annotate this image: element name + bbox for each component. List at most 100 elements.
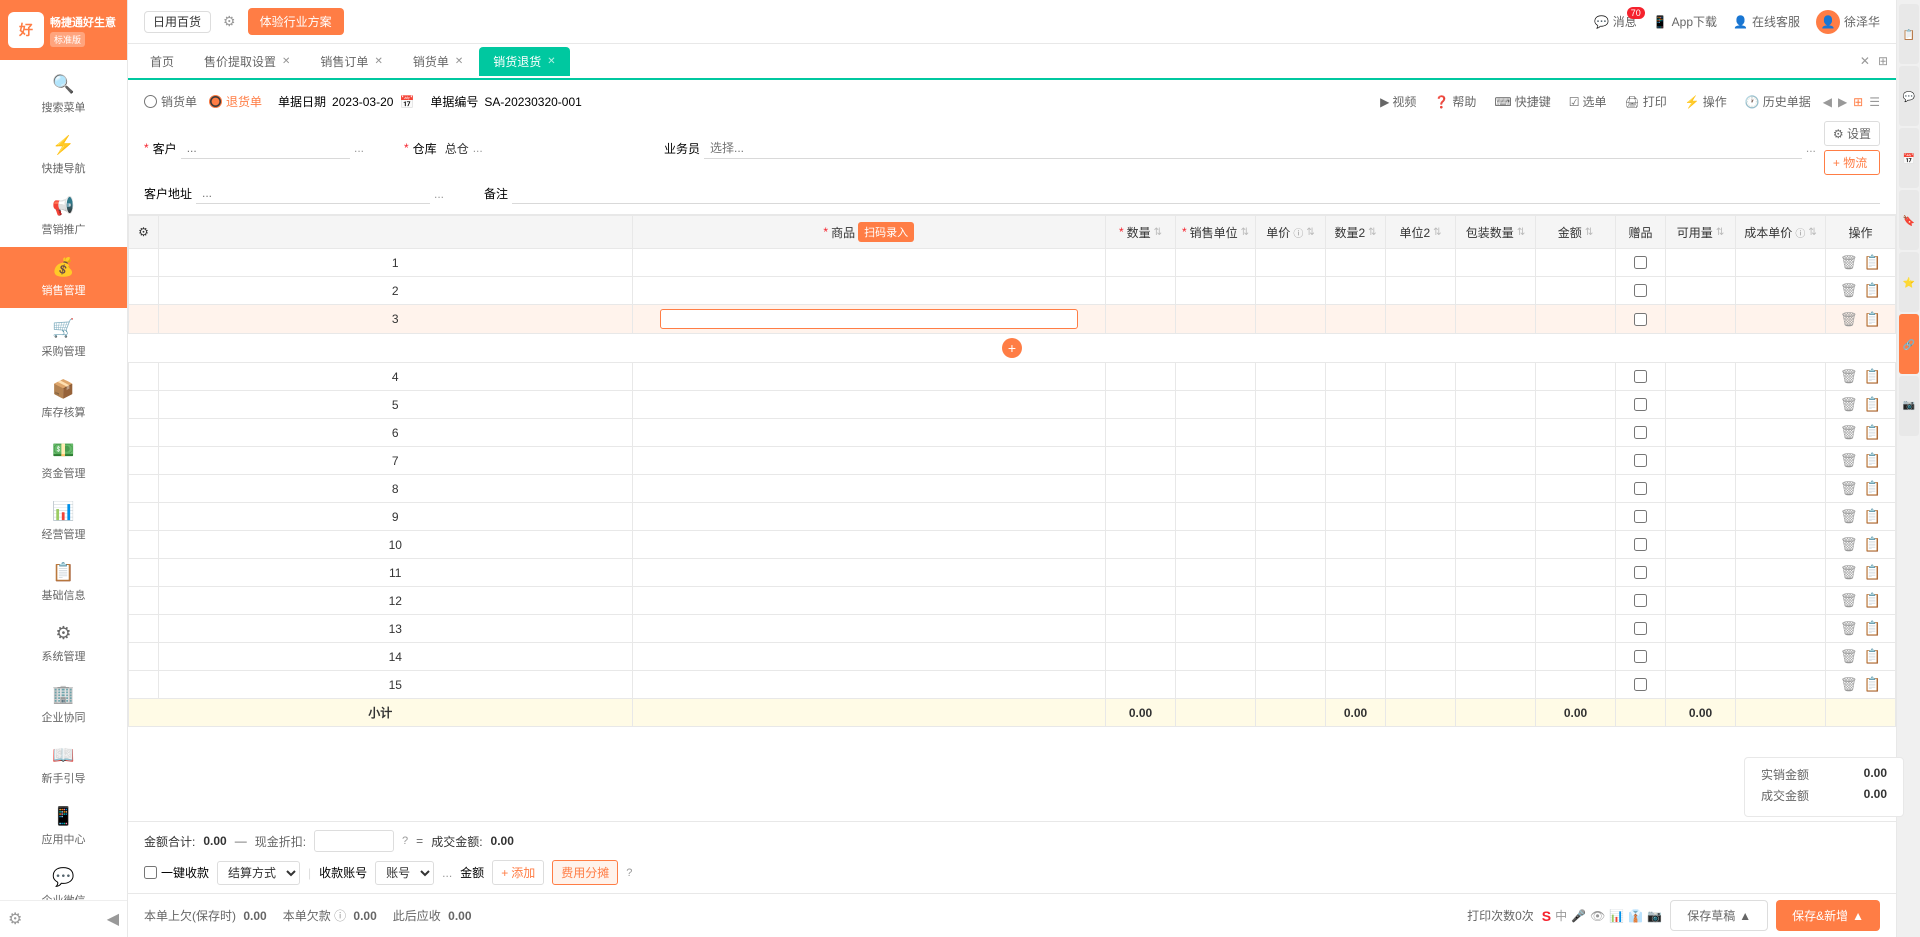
discount-info-icon[interactable]: ?	[402, 835, 408, 847]
row-unit-cell[interactable]	[1176, 503, 1256, 531]
row-price-cell[interactable]	[1256, 391, 1326, 419]
row-pack-cell[interactable]	[1456, 503, 1536, 531]
sidebar-item-wechat[interactable]: 💬 企业微信	[0, 857, 127, 900]
row-qty2-cell[interactable]	[1326, 643, 1386, 671]
customer-input[interactable]	[181, 138, 350, 159]
gift-checkbox[interactable]	[1634, 256, 1647, 269]
row-delete-btn[interactable]: 🗑	[1840, 424, 1858, 441]
sidebar-item-purchase[interactable]: 🛒 采购管理	[0, 308, 127, 369]
row-product-cell[interactable]	[632, 503, 1106, 531]
row-qty2-cell[interactable]	[1326, 249, 1386, 277]
add-row-btn[interactable]: +	[1002, 338, 1022, 358]
qty2-sort-icon[interactable]: ⇅	[1368, 227, 1376, 238]
experience-button[interactable]: 体验行业方案	[248, 8, 344, 35]
row-pack-cell[interactable]	[1456, 249, 1536, 277]
price-sort-icon[interactable]: ⇅	[1306, 227, 1314, 238]
row-amount-cell[interactable]	[1536, 391, 1616, 419]
sidebar-item-finance[interactable]: 💵 资金管理	[0, 430, 127, 491]
row-pack-cell[interactable]	[1456, 277, 1536, 305]
save-new-button[interactable]: 保存&新增 ▲	[1776, 900, 1880, 931]
row-avail-cell[interactable]	[1666, 503, 1736, 531]
row-qty2-cell[interactable]	[1326, 531, 1386, 559]
scan-btn[interactable]: 扫码录入	[858, 222, 914, 242]
row-price-cell[interactable]	[1256, 615, 1326, 643]
gift-checkbox[interactable]	[1634, 313, 1647, 326]
row-qty-cell[interactable]	[1106, 531, 1176, 559]
topbar-gear-icon[interactable]: ⚙	[223, 13, 236, 30]
row-unit2-cell[interactable]	[1386, 671, 1456, 699]
row-avail-cell[interactable]	[1666, 671, 1736, 699]
tab-home[interactable]: 首页	[136, 47, 188, 76]
sidebar-item-system[interactable]: ⚙ 系统管理	[0, 613, 127, 674]
row-avail-cell[interactable]	[1666, 249, 1736, 277]
row-delete-btn[interactable]: 🗑	[1840, 536, 1858, 553]
row-cost-cell[interactable]	[1736, 559, 1826, 587]
staff-dots[interactable]: ...	[1806, 141, 1816, 155]
row-copy-btn[interactable]: 📋	[1864, 592, 1881, 609]
row-cost-cell[interactable]	[1736, 587, 1826, 615]
sidebar-item-app-center[interactable]: 📱 应用中心	[0, 796, 127, 857]
sidebar-item-search[interactable]: 🔍 搜索菜单	[0, 64, 127, 125]
row-cost-cell[interactable]	[1736, 447, 1826, 475]
help-btn[interactable]: ❓ 帮助	[1428, 90, 1482, 113]
row-pack-cell[interactable]	[1456, 419, 1536, 447]
row-unit2-cell[interactable]	[1386, 391, 1456, 419]
save-draft-button[interactable]: 保存草稿 ▲	[1670, 900, 1768, 931]
online-service-button[interactable]: 👤 在线客服	[1733, 13, 1800, 30]
gift-checkbox[interactable]	[1634, 566, 1647, 579]
row-qty-cell[interactable]	[1106, 249, 1176, 277]
row-cost-cell[interactable]	[1736, 305, 1826, 334]
row-avail-cell[interactable]	[1666, 587, 1736, 615]
one-click-pay-checkbox[interactable]	[144, 866, 157, 879]
row-qty2-cell[interactable]	[1326, 615, 1386, 643]
table-gear-icon[interactable]: ⚙	[138, 225, 149, 239]
warehouse-dots[interactable]: ...	[473, 141, 483, 155]
row-product-cell[interactable]	[632, 447, 1106, 475]
tab-sales-close[interactable]: ✕	[455, 56, 463, 67]
row-qty-cell[interactable]	[1106, 277, 1176, 305]
row-delete-btn[interactable]: 🗑	[1840, 311, 1858, 328]
sidebar-item-inventory[interactable]: 📦 库存核算	[0, 369, 127, 430]
row-gift-cell[interactable]	[1616, 305, 1666, 334]
tabs-expand-icon[interactable]: ⊞	[1878, 54, 1888, 68]
row-copy-btn[interactable]: 📋	[1864, 508, 1881, 525]
row-qty2-cell[interactable]	[1326, 363, 1386, 391]
row-product-cell[interactable]	[632, 249, 1106, 277]
row-gift-cell[interactable]	[1616, 363, 1666, 391]
row-pack-cell[interactable]	[1456, 587, 1536, 615]
tab-sales-return[interactable]: 销货退货 ✕	[479, 47, 569, 76]
tabs-close-all-icon[interactable]: ✕	[1860, 54, 1870, 68]
row-unit2-cell[interactable]	[1386, 587, 1456, 615]
row-avail-cell[interactable]	[1666, 419, 1736, 447]
row-pack-cell[interactable]	[1456, 447, 1536, 475]
row-unit2-cell[interactable]	[1386, 419, 1456, 447]
row-gift-cell[interactable]	[1616, 503, 1666, 531]
row-unit2-cell[interactable]	[1386, 475, 1456, 503]
nav-left-icon[interactable]: ◀	[1823, 95, 1832, 109]
row-amount-cell[interactable]	[1536, 587, 1616, 615]
sidebar-settings-button[interactable]: ⚙	[8, 909, 22, 929]
row-unit-cell[interactable]	[1176, 419, 1256, 447]
account-dots[interactable]: ...	[442, 866, 452, 880]
row-copy-btn[interactable]: 📋	[1864, 676, 1881, 693]
row-unit-cell[interactable]	[1176, 587, 1256, 615]
row-product-cell[interactable]	[632, 305, 1106, 334]
row-copy-btn[interactable]: 📋	[1864, 282, 1881, 299]
row-avail-cell[interactable]	[1666, 615, 1736, 643]
history-btn[interactable]: 🕐 历史单据	[1739, 90, 1817, 113]
calendar-icon[interactable]: 📅	[399, 95, 414, 109]
row-delete-btn[interactable]: 🗑	[1840, 254, 1858, 271]
row-product-cell[interactable]	[632, 363, 1106, 391]
row-cost-cell[interactable]	[1736, 531, 1826, 559]
row-avail-cell[interactable]	[1666, 391, 1736, 419]
row-price-cell[interactable]	[1256, 587, 1326, 615]
row-cost-cell[interactable]	[1736, 643, 1826, 671]
row-amount-cell[interactable]	[1536, 475, 1616, 503]
gift-checkbox[interactable]	[1634, 454, 1647, 467]
row-gift-cell[interactable]	[1616, 559, 1666, 587]
row-delete-btn[interactable]: 🗑	[1840, 452, 1858, 469]
row-unit-cell[interactable]	[1176, 615, 1256, 643]
row-copy-btn[interactable]: 📋	[1864, 254, 1881, 271]
tab-price-settings-close[interactable]: ✕	[282, 56, 290, 67]
sidebar-collapse-button[interactable]: ◀	[107, 909, 119, 929]
